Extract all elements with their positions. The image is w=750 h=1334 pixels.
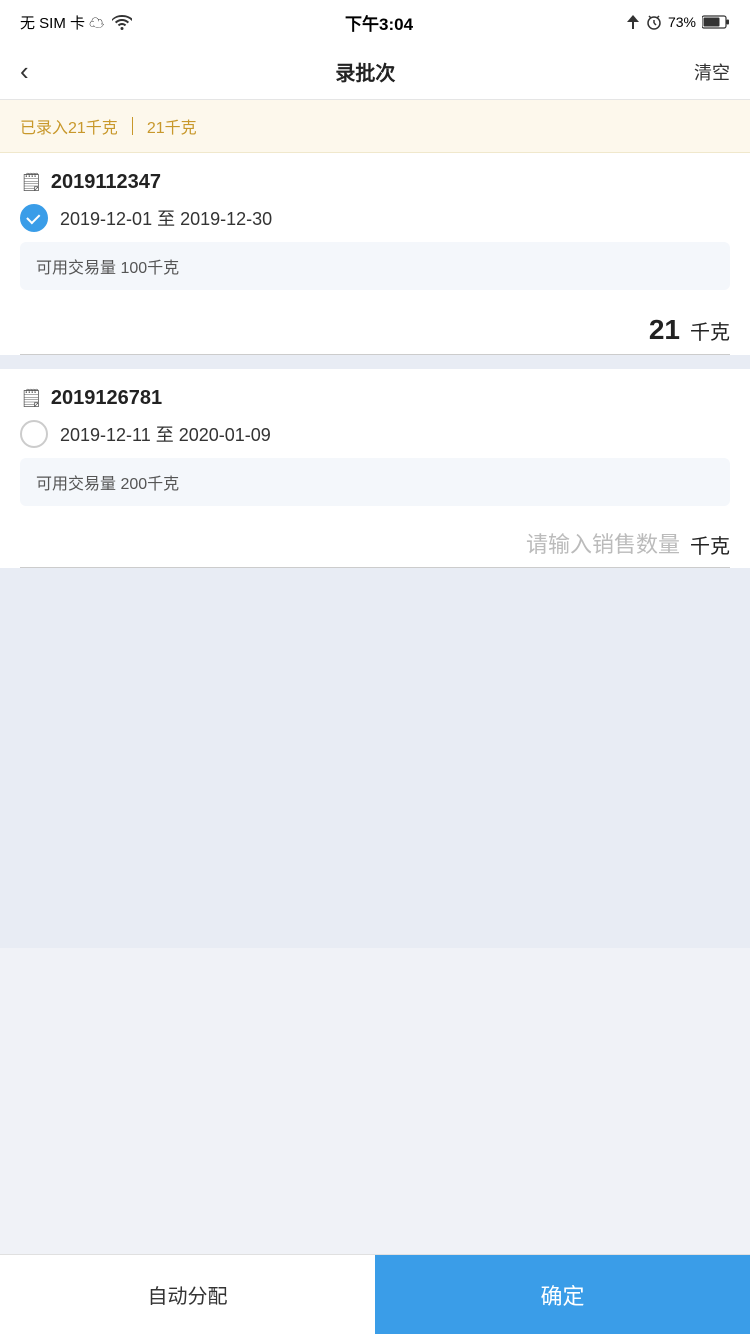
input-unit-2: 千克 — [690, 530, 730, 559]
status-time: 下午3:04 — [345, 10, 413, 35]
qty-input-2[interactable] — [392, 532, 680, 558]
bottom-bar: 自动分配 确定 — [0, 1254, 750, 1334]
info-divider — [132, 117, 133, 135]
item-id-1: 2019112347 — [51, 171, 161, 194]
item-card-1: 🗒 2019112347 2019-12-01 至 2019-12-30 可用交… — [0, 153, 750, 355]
amount-unit-1: 千克 — [690, 316, 730, 345]
item-id-2: 2019126781 — [51, 387, 162, 410]
radio-2[interactable] — [20, 420, 48, 448]
item-header-1: 🗒 2019112347 — [0, 153, 750, 200]
radio-1[interactable] — [20, 204, 48, 232]
battery-icon — [702, 15, 730, 29]
amount-row-1: 21 千克 — [0, 304, 750, 346]
recorded-label: 已录入21千克 — [20, 114, 118, 138]
item-card-2: 🗒 2019126781 2019-12-11 至 2020-01-09 可用交… — [0, 369, 750, 568]
page-title: 录批次 — [335, 57, 395, 86]
item-header-2: 🗒 2019126781 — [0, 369, 750, 416]
gray-area — [0, 568, 750, 948]
alarm-icon — [646, 14, 662, 30]
clear-button[interactable]: 清空 — [694, 59, 730, 85]
back-button[interactable]: ‹ — [20, 52, 37, 91]
total-label: 21千克 — [147, 114, 197, 138]
item-qty-1: 可用交易量 100千克 — [20, 242, 730, 290]
amount-value-1: 21 — [649, 314, 680, 346]
confirm-button[interactable]: 确定 — [375, 1255, 750, 1334]
item-date-row-1: 2019-12-01 至 2019-12-30 — [0, 200, 750, 242]
item-date-1: 2019-12-01 至 2019-12-30 — [60, 205, 272, 231]
item-date-2: 2019-12-11 至 2020-01-09 — [60, 421, 271, 447]
auto-distribute-button[interactable]: 自动分配 — [0, 1255, 375, 1334]
item-icon-1: 🗒 — [20, 172, 43, 193]
status-right: 73% — [626, 14, 730, 30]
input-row-2: 千克 — [0, 520, 750, 559]
item-date-row-2: 2019-12-11 至 2020-01-09 — [0, 416, 750, 458]
nav-bar: ‹ 录批次 清空 — [0, 44, 750, 100]
status-bar: 无 SIM 卡 ☁ 下午3:04 73% — [0, 0, 750, 44]
battery-text: 73% — [668, 14, 696, 30]
status-left: 无 SIM 卡 ☁ — [20, 12, 132, 33]
info-banner: 已录入21千克 21千克 — [0, 100, 750, 153]
item-qty-2: 可用交易量 200千克 — [20, 458, 730, 506]
section-divider — [0, 355, 750, 369]
location-icon — [626, 15, 640, 29]
no-sim-text: 无 SIM 卡 ☁ — [20, 12, 104, 33]
wifi-icon — [112, 14, 132, 30]
item-icon-2: 🗒 — [20, 388, 43, 409]
